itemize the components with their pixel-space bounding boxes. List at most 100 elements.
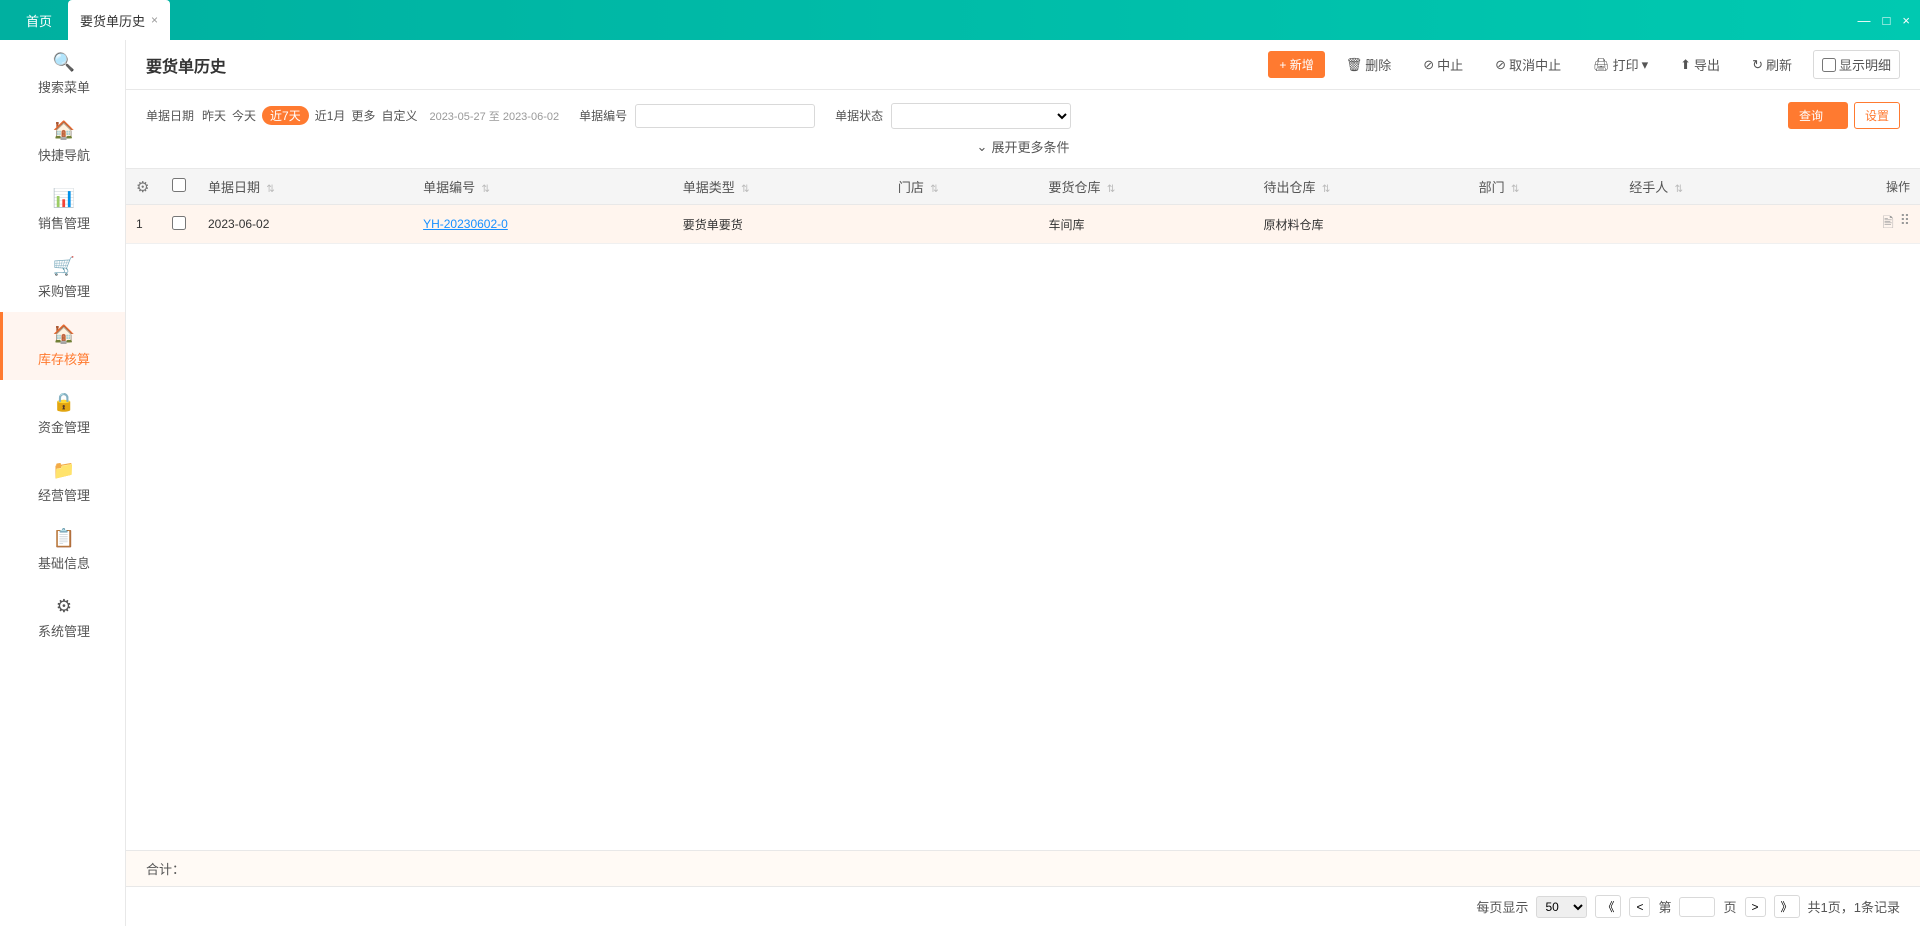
shortcut-custom[interactable]: 自定义 [381, 107, 417, 124]
tab-active[interactable]: 要货单历史 × [68, 0, 170, 40]
sort-icon-doc-date[interactable]: ⇅ [266, 184, 274, 195]
add-button[interactable]: + 新增 [1268, 51, 1324, 78]
settings-button[interactable]: 设置 [1854, 102, 1900, 129]
doc-no-input[interactable] [635, 104, 815, 128]
header-actions: + 新增 🗑 删除 ⊘ 中止 ⊘ 取消中止 🖨 打印 ▾ [1268, 50, 1900, 79]
stop-button[interactable]: ⊘ 中止 [1412, 50, 1474, 79]
cell-doc-date: 2023-06-02 [198, 205, 413, 244]
th-store: 门店 ⇅ [888, 169, 1039, 205]
sidebar-item-label: 库存核算 [38, 349, 90, 368]
purchase-icon: 🛒 [53, 256, 75, 277]
sidebar-item-finance[interactable]: 🔒 资金管理 [0, 380, 125, 448]
export-icon: ⬆ [1680, 57, 1691, 73]
display-detail-button[interactable]: 显示明细 [1813, 50, 1900, 79]
refresh-button[interactable]: ↻ 刷新 [1741, 50, 1803, 79]
sidebar-item-ops[interactable]: 📁 经营管理 [0, 448, 125, 516]
per-page-label: 每页显示 [1476, 897, 1528, 916]
page-label: 第 [1658, 897, 1671, 916]
sort-icon-req-warehouse[interactable]: ⇅ [1107, 184, 1115, 195]
first-page-btn[interactable]: 《 [1595, 895, 1621, 918]
data-table: ⚙ 单据日期 ⇅ 单据编号 ⇅ [126, 169, 1920, 244]
sidebar-item-label: 基础信息 [38, 553, 90, 572]
search-button[interactable]: 查询 [1788, 102, 1848, 129]
sidebar-item-search-menu[interactable]: 🔍 搜索菜单 [0, 40, 125, 108]
cancel-stop-icon: ⊘ [1495, 57, 1506, 73]
date-range-text: 2023-05-27 至 2023-06-02 [429, 108, 559, 124]
window-controls: — □ × [1858, 13, 1910, 28]
per-page-select[interactable]: 50 20 100 [1536, 896, 1587, 918]
sidebar-item-sales[interactable]: 📊 销售管理 [0, 176, 125, 244]
cell-index: 1 [126, 205, 162, 244]
next-page-btn[interactable]: > [1745, 897, 1766, 917]
th-doc-date: 单据日期 ⇅ [198, 169, 413, 205]
filter-area: 单据日期 昨天 今天 近7天 近1月 更多 自定义 2023-05-27 至 2… [126, 90, 1920, 169]
sort-icon-handler[interactable]: ⇅ [1675, 184, 1683, 195]
row-view-icon[interactable]: 🖹 [1882, 212, 1893, 236]
sidebar-item-quick-nav[interactable]: 🏠 快捷导航 [0, 108, 125, 176]
print-button[interactable]: 🖨 打印 ▾ [1582, 50, 1659, 79]
cell-store [888, 205, 1039, 244]
sidebar-item-label: 采购管理 [38, 281, 90, 300]
sort-icon-pending-warehouse[interactable]: ⇅ [1322, 184, 1330, 195]
th-doc-no: 单据编号 ⇅ [413, 169, 673, 205]
row-more-icon[interactable]: ⠿ [1900, 212, 1910, 236]
expand-more-btn[interactable]: ⌄ 展开更多条件 [146, 137, 1900, 156]
row-checkbox[interactable] [172, 216, 186, 230]
delete-button[interactable]: 🗑 删除 [1335, 50, 1403, 79]
shortcut-7days[interactable]: 近7天 [262, 106, 309, 125]
close-btn[interactable]: × [1902, 13, 1910, 28]
current-page-input[interactable]: 1 [1679, 897, 1715, 917]
sort-icon-doc-type[interactable]: ⇅ [741, 184, 749, 195]
search-menu-icon: 🔍 [53, 52, 75, 73]
last-page-btn[interactable]: 》 [1774, 895, 1800, 918]
th-req-warehouse: 要货仓库 ⇅ [1038, 169, 1253, 205]
doc-status-select[interactable] [891, 103, 1071, 129]
shortcut-more[interactable]: 更多 [351, 107, 375, 124]
sort-icon-store[interactable]: ⇅ [930, 184, 938, 195]
shortcut-1month[interactable]: 近1月 [315, 107, 346, 124]
sidebar-item-inventory[interactable]: 🏠 库存核算 [0, 312, 125, 380]
maximize-btn[interactable]: □ [1883, 13, 1891, 28]
refresh-icon: ↻ [1752, 57, 1763, 73]
filter-doc-no: 单据编号 [579, 104, 815, 128]
page-header: 要货单历史 + 新增 🗑 删除 ⊘ 中止 ⊘ 取消中止 🖨 打印 [126, 40, 1920, 90]
display-detail-checkbox[interactable] [1822, 58, 1836, 72]
sidebar-item-label: 经营管理 [38, 485, 90, 504]
prev-page-btn[interactable]: < [1629, 897, 1650, 917]
filter-doc-date: 单据日期 昨天 今天 近7天 近1月 更多 自定义 2023-05-27 至 2… [146, 106, 559, 125]
sidebar-item-label: 搜索菜单 [38, 77, 90, 96]
sort-icon-doc-no[interactable]: ⇅ [481, 184, 489, 195]
th-action: 操作 [1802, 169, 1920, 205]
sidebar: 🔍 搜索菜单 🏠 快捷导航 📊 销售管理 🛒 采购管理 🏠 库存核算 🔒 资金管… [0, 40, 126, 926]
cell-pending-warehouse: 原材料仓库 [1254, 205, 1469, 244]
sidebar-item-sys-mgmt[interactable]: ⚙ 系统管理 [0, 584, 125, 652]
sidebar-item-basic-info[interactable]: 📋 基础信息 [0, 516, 125, 584]
sys-mgmt-icon: ⚙ [56, 596, 72, 617]
sales-icon: 📊 [53, 188, 75, 209]
cancel-stop-button[interactable]: ⊘ 取消中止 [1484, 50, 1572, 79]
tab-home[interactable]: 首页 [10, 0, 68, 40]
th-settings: ⚙ [126, 169, 162, 205]
table-settings-icon[interactable]: ⚙ [136, 178, 149, 196]
tab-bar: 首页 要货单历史 × [10, 0, 1858, 40]
stop-icon: ⊘ [1423, 57, 1434, 73]
main-layout: 🔍 搜索菜单 🏠 快捷导航 📊 销售管理 🛒 采购管理 🏠 库存核算 🔒 资金管… [0, 40, 1920, 926]
filter-row: 单据日期 昨天 今天 近7天 近1月 更多 自定义 2023-05-27 至 2… [146, 102, 1900, 129]
minimize-btn[interactable]: — [1858, 13, 1871, 28]
cell-req-warehouse: 车间库 [1038, 205, 1253, 244]
sidebar-item-purchase[interactable]: 🛒 采购管理 [0, 244, 125, 312]
doc-no-label: 单据编号 [579, 107, 627, 124]
sort-icon-dept[interactable]: ⇅ [1511, 184, 1519, 195]
select-all-checkbox[interactable] [172, 178, 186, 192]
export-button[interactable]: ⬆ 导出 [1669, 50, 1731, 79]
sidebar-item-label: 销售管理 [38, 213, 90, 232]
total-info: 共1页，1条记录 [1808, 897, 1900, 916]
shortcut-today[interactable]: 今天 [232, 107, 256, 124]
ops-icon: 📁 [53, 460, 75, 481]
table-container: ⚙ 单据日期 ⇅ 单据编号 ⇅ [126, 169, 1920, 850]
tab-active-label: 要货单历史 [80, 11, 145, 30]
tab-close-icon[interactable]: × [151, 13, 158, 27]
cell-doc-no[interactable]: YH-20230602-0 [413, 205, 673, 244]
shortcut-yesterday[interactable]: 昨天 [202, 107, 226, 124]
cell-dept [1469, 205, 1620, 244]
